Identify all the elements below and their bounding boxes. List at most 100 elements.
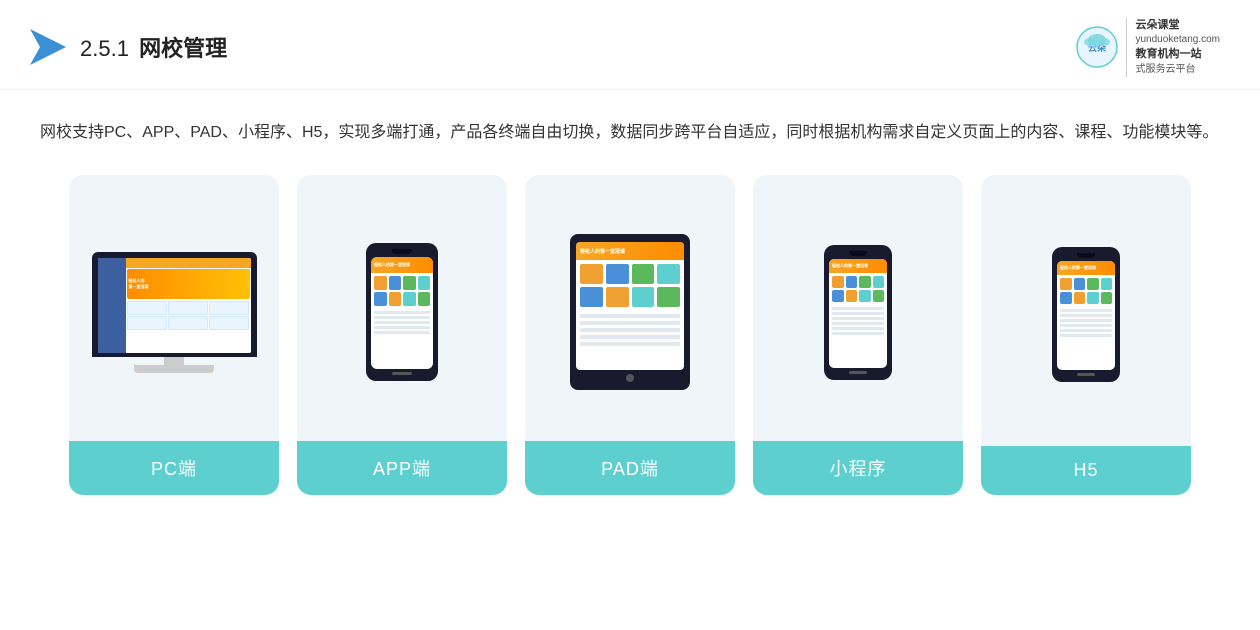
miniprogram-phone-screen: 轻松人的第一堂冠课 xyxy=(829,259,887,368)
pad-grid xyxy=(576,260,684,311)
pc-screen-inner: 轻松人的第一堂冠课 xyxy=(98,258,251,353)
grid-item xyxy=(403,292,416,306)
grid-item xyxy=(846,290,858,302)
pc-main: 轻松人的第一堂冠课 xyxy=(126,258,251,353)
grid-item xyxy=(859,290,871,302)
h5-screen-header: 轻松人的第一堂冠课 xyxy=(1057,261,1115,275)
content-row xyxy=(374,311,430,314)
miniprogram-header-text: 轻松人的第一堂冠课 xyxy=(832,263,868,269)
card-app: 轻松人的第一堂冠课 xyxy=(297,175,507,495)
content-row xyxy=(374,331,430,334)
grid-item xyxy=(632,287,655,307)
brand-text: 云朵课堂 yunduoketang.com 教育机构一站 式服务云平台 xyxy=(1126,18,1220,77)
pad-outer: 轻松人的第一堂冠课 xyxy=(570,234,690,390)
grid-item xyxy=(1060,292,1072,304)
grid-item xyxy=(1074,292,1086,304)
page-title-text: 网校管理 xyxy=(139,36,227,61)
card-pad-label: PAD端 xyxy=(525,441,735,495)
content-row xyxy=(1060,334,1112,337)
grid-item xyxy=(859,276,871,288)
content-row xyxy=(1060,324,1112,327)
grid-item xyxy=(657,287,680,307)
miniprogram-phone-notch xyxy=(849,251,867,256)
grid-item xyxy=(418,292,431,306)
grid-item xyxy=(1074,278,1086,290)
content-row xyxy=(580,328,680,332)
content-row xyxy=(832,307,884,310)
pc-stand-neck xyxy=(164,357,184,365)
card-h5-label: H5 xyxy=(981,446,1191,495)
card-pad: 轻松人的第一堂冠课 xyxy=(525,175,735,495)
h5-header-text: 轻松人的第一堂冠课 xyxy=(1060,265,1096,271)
content-row xyxy=(832,332,884,335)
brand-name: 云朵课堂 xyxy=(1135,18,1220,33)
card-h5: 轻松人的第一堂冠课 xyxy=(981,175,1191,495)
miniprogram-screen-header: 轻松人的第一堂冠课 xyxy=(829,259,887,273)
page-title-number: 2.5.1 xyxy=(80,36,129,61)
cards-section: 轻松人的第一堂冠课 xyxy=(0,157,1260,525)
grid-item xyxy=(832,276,844,288)
pc-top-bar xyxy=(126,258,251,268)
pad-screen: 轻松人的第一堂冠课 xyxy=(576,242,684,370)
content-row xyxy=(374,316,430,319)
content-row xyxy=(580,335,680,339)
grid-item xyxy=(418,276,431,290)
card-miniprogram-image: 轻松人的第一堂冠课 xyxy=(808,175,908,441)
grid-item xyxy=(1101,292,1113,304)
miniprogram-content xyxy=(829,305,887,337)
content-row xyxy=(832,317,884,320)
miniprogram-phone-outer: 轻松人的第一堂冠课 xyxy=(824,245,892,380)
card-h5-image: 轻松人的第一堂冠课 xyxy=(1036,175,1136,446)
content-row xyxy=(374,326,430,329)
app-phone-outer: 轻松人的第一堂冠课 xyxy=(366,243,438,381)
content-row xyxy=(832,312,884,315)
grid-item xyxy=(374,276,387,290)
h5-content xyxy=(1057,307,1115,339)
pc-course-item xyxy=(168,301,208,315)
card-pc-label: PC端 xyxy=(69,441,279,495)
card-app-image: 轻松人的第一堂冠课 xyxy=(350,175,454,441)
grid-item xyxy=(580,287,603,307)
card-miniprogram: 轻松人的第一堂冠课 xyxy=(753,175,963,495)
brand-tagline: 教育机构一站 式服务云平台 xyxy=(1135,47,1220,76)
h5-phone-notch xyxy=(1077,253,1095,258)
app-phone-screen: 轻松人的第一堂冠课 xyxy=(371,257,433,369)
content-row xyxy=(374,321,430,324)
content-row xyxy=(580,314,680,318)
grid-item xyxy=(389,292,402,306)
app-phone-grid xyxy=(371,273,433,309)
brand-logo-icon: 云朵 xyxy=(1076,26,1118,68)
content-row xyxy=(580,321,680,325)
app-phone-header-text: 轻松人的第一堂冠课 xyxy=(374,262,410,268)
page-container: 2.5.1 网校管理 云朵 云朵课堂 yunduoketang.com 教育机构… xyxy=(0,0,1260,630)
grid-item xyxy=(1087,278,1099,290)
grid-item xyxy=(606,287,629,307)
pc-course-item xyxy=(209,301,249,315)
app-phone-mockup: 轻松人的第一堂冠课 xyxy=(366,243,438,381)
grid-item xyxy=(832,290,844,302)
pc-mockup: 轻松人的第一堂冠课 xyxy=(92,252,257,373)
grid-item xyxy=(873,290,885,302)
page-title: 2.5.1 网校管理 xyxy=(80,31,227,63)
h5-phone-screen: 轻松人的第一堂冠课 xyxy=(1057,261,1115,370)
app-phone-notch xyxy=(392,249,412,254)
h5-phone-outer: 轻松人的第一堂冠课 xyxy=(1052,247,1120,382)
pad-header-text: 轻松人的第一堂冠课 xyxy=(580,248,625,255)
miniprogram-phone-home xyxy=(849,371,867,374)
content-row xyxy=(1060,314,1112,317)
pc-banner-text: 轻松人的第一堂冠课 xyxy=(129,278,149,289)
content-row xyxy=(1060,329,1112,332)
grid-item xyxy=(580,264,603,284)
grid-item xyxy=(403,276,416,290)
pc-screen-content: 轻松人的第一堂冠课 xyxy=(98,258,251,353)
pc-banner: 轻松人的第一堂冠课 xyxy=(127,269,250,299)
app-phone-home xyxy=(392,372,412,375)
grid-item xyxy=(374,292,387,306)
h5-phone-home xyxy=(1077,373,1095,376)
pc-course-item xyxy=(168,316,208,330)
app-phone-screen-header: 轻松人的第一堂冠课 xyxy=(371,257,433,273)
grid-item xyxy=(632,264,655,284)
card-app-label: APP端 xyxy=(297,441,507,495)
pad-screen-header: 轻松人的第一堂冠课 xyxy=(576,242,684,260)
h5-phone-mockup: 轻松人的第一堂冠课 xyxy=(1052,247,1120,382)
